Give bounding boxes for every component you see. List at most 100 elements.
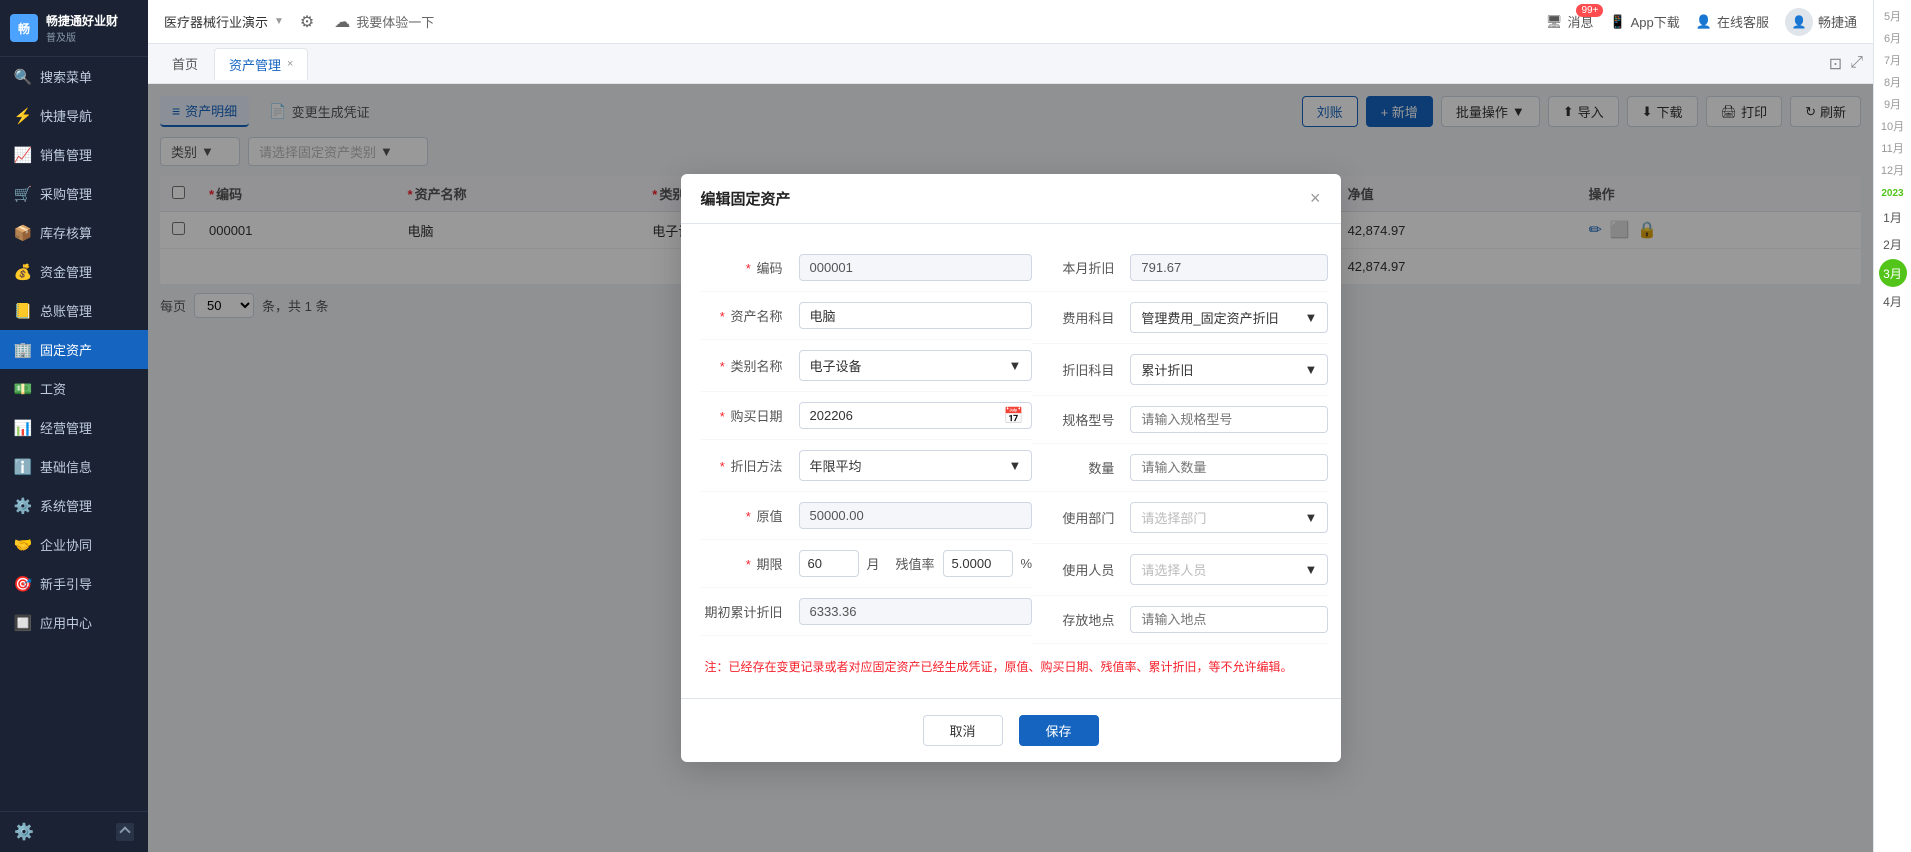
field-quantity-label: 数量 xyxy=(1032,458,1122,477)
field-depsub-label: 折旧科目 xyxy=(1032,360,1122,379)
mobile-icon: 📱 xyxy=(1609,14,1625,30)
field-spec-label: 规格型号 xyxy=(1032,410,1122,429)
modal-field-dep-subject: 折旧科目 累计折旧 ▼ xyxy=(1032,344,1328,396)
modal-close-btn[interactable]: × xyxy=(1310,188,1321,209)
sidebar-item-sales[interactable]: 📈 销售管理 xyxy=(0,135,148,174)
calendar-icon[interactable]: 📅 xyxy=(996,406,1032,426)
field-person-select[interactable]: 请选择人员 ▼ xyxy=(1130,554,1328,585)
cal-month-3[interactable]: 3月 xyxy=(1879,259,1907,287)
collab-icon: 🤝 xyxy=(14,536,32,554)
system-icon: ⚙️ xyxy=(14,497,32,515)
cal-month-4[interactable]: 4月 xyxy=(1878,289,1908,314)
sidebar-item-search[interactable]: 🔍 搜索菜单 xyxy=(0,57,148,96)
tabs-maximize-btn[interactable]: ⊡ xyxy=(1829,54,1842,74)
settings-footer-icon[interactable]: ⚙️ xyxy=(14,822,34,842)
field-dep-method-label: * 折旧方法 xyxy=(701,456,791,475)
user-avatar-btn[interactable]: 👤 畅捷通 xyxy=(1785,8,1857,36)
field-buydate-input[interactable] xyxy=(800,403,996,428)
topbar-settings-icon[interactable]: ⚙ xyxy=(300,12,314,32)
period-row: 月 残值率 % xyxy=(799,550,1033,577)
field-depsub-select[interactable]: 累计折旧 ▼ xyxy=(1130,354,1328,385)
username-label: 畅捷通 xyxy=(1818,12,1857,31)
app-logo-text: 畅捷通好业财 普及版 xyxy=(46,12,118,44)
save-btn[interactable]: 保存 xyxy=(1019,715,1099,746)
field-expsub-select[interactable]: 管理费用_固定资产折旧 ▼ xyxy=(1130,302,1328,333)
sidebar-item-ledger[interactable]: 📒 总账管理 xyxy=(0,291,148,330)
online-service-btn[interactable]: 👤 在线客服 xyxy=(1696,12,1769,31)
sidebar-item-appcenter[interactable]: 🔲 应用中心 xyxy=(0,603,148,642)
sidebar-item-label: 快捷导航 xyxy=(40,106,92,125)
service-icon: 👤 xyxy=(1696,14,1712,30)
salary-icon: 💵 xyxy=(14,380,32,398)
field-category-select[interactable]: 电子设备 ▼ xyxy=(799,350,1033,381)
field-code-input[interactable] xyxy=(799,254,1033,281)
sidebar-item-label: 工资 xyxy=(40,379,66,398)
tab-home[interactable]: 首页 xyxy=(158,48,212,79)
cloud-icon: ☁ xyxy=(334,12,350,32)
tabs-bar: 首页 资产管理 × ⊡ ⤢ xyxy=(148,44,1873,84)
field-dept-select[interactable]: 请选择部门 ▼ xyxy=(1130,502,1328,533)
sidebar-item-label: 经营管理 xyxy=(40,418,92,437)
sidebar-item-collab[interactable]: 🤝 企业协同 xyxy=(0,525,148,564)
company-name: 医疗器械行业演示 xyxy=(164,12,268,31)
modal-field-buydate: * 购买日期 📅 xyxy=(701,392,1033,440)
field-monthdep-input[interactable] xyxy=(1130,254,1328,281)
content-area: ≡ 资产明细 📄 变更生成凭证 刘账 + 新增 批量操作 ▼ ⬆ xyxy=(148,84,1873,852)
sidebar-item-fixedasset[interactable]: 🏢 固定资产 xyxy=(0,330,148,369)
sidebar-item-purchase[interactable]: 🛒 采购管理 xyxy=(0,174,148,213)
field-name-input[interactable] xyxy=(799,302,1033,329)
user-avatar: 👤 xyxy=(1785,8,1813,36)
tabs-right-actions: ⊡ ⤢ xyxy=(1829,54,1863,74)
field-location-label: 存放地点 xyxy=(1032,610,1122,629)
tab-asset-close[interactable]: × xyxy=(287,58,293,70)
depsub-arrow: ▼ xyxy=(1305,362,1318,377)
sidebar-item-quicknav[interactable]: ⚡ 快捷导航 xyxy=(0,96,148,135)
topbar-right: 🖥 消息 99+ 📱 App下载 👤 在线客服 👤 畅捷通 xyxy=(1546,8,1857,36)
modal-field-department: 使用部门 请选择部门 ▼ xyxy=(1032,492,1328,544)
sidebar-item-label: 搜索菜单 xyxy=(40,67,92,86)
period-input[interactable] xyxy=(799,550,859,577)
tabs-expand-btn[interactable]: ⤢ xyxy=(1850,54,1863,74)
field-spec-input[interactable] xyxy=(1130,406,1328,433)
expsub-arrow: ▼ xyxy=(1305,310,1318,325)
sidebar-item-basicinfo[interactable]: ℹ️ 基础信息 xyxy=(0,447,148,486)
app-download-btn[interactable]: 📱 App下载 xyxy=(1609,12,1679,31)
cal-month-2[interactable]: 2月 xyxy=(1878,232,1908,257)
scroll-up-arrow xyxy=(119,826,130,837)
sidebar-item-label: 采购管理 xyxy=(40,184,92,203)
messages-icon: 🖥 xyxy=(1546,14,1563,30)
modal-field-person: 使用人员 请选择人员 ▼ xyxy=(1032,544,1328,596)
modal-field-location: 存放地点 xyxy=(1032,596,1328,644)
field-dep-method-select[interactable]: 年限平均 ▼ xyxy=(799,450,1033,481)
modal-note: 注：已经存在变更记录或者对应固定资产已经生成凭证，原值、购买日期、残值率、累计折… xyxy=(701,658,1321,677)
sidebar-item-finance[interactable]: 💰 资金管理 xyxy=(0,252,148,291)
messages-btn[interactable]: 🖥 消息 99+ xyxy=(1546,12,1594,31)
field-category-label: * 类别名称 xyxy=(701,356,791,375)
person-arrow: ▼ xyxy=(1305,562,1318,577)
ledger-icon: 📒 xyxy=(14,302,32,320)
sidebar-item-label: 新手引导 xyxy=(40,574,92,593)
sidebar-item-operations[interactable]: 📊 经营管理 xyxy=(0,408,148,447)
field-location-input[interactable] xyxy=(1130,606,1328,633)
appcenter-icon: 🔲 xyxy=(14,614,32,632)
field-quantity-input[interactable] xyxy=(1130,454,1328,481)
dept-arrow: ▼ xyxy=(1305,510,1318,525)
sidebar-item-inventory[interactable]: 📦 库存核算 xyxy=(0,213,148,252)
right-sidebar-calendar: 5月 6月 7月 8月 9月 10月 11月 12月 2023 1月 2月 3月… xyxy=(1873,0,1911,852)
cancel-btn[interactable]: 取消 xyxy=(923,715,1003,746)
modal-field-initial-depreciation: 期初累计折旧 xyxy=(701,588,1033,636)
cal-month-1[interactable]: 1月 xyxy=(1878,205,1908,230)
field-origval-input[interactable] xyxy=(799,502,1033,529)
experience-btn[interactable]: ☁ 我要体验一下 xyxy=(334,12,434,32)
cal-year-2023[interactable]: 2023 xyxy=(1878,184,1908,203)
tab-asset-management[interactable]: 资产管理 × xyxy=(214,48,308,80)
sidebar-item-system[interactable]: ⚙️ 系统管理 xyxy=(0,486,148,525)
sidebar-item-salary[interactable]: 💵 工资 xyxy=(0,369,148,408)
residual-rate-input[interactable] xyxy=(943,550,1013,577)
sidebar-scroll-up[interactable] xyxy=(116,823,134,841)
modal-left-col: * 编码 * 资产名称 xyxy=(701,244,1033,644)
sidebar-item-guide[interactable]: 🎯 新手引导 xyxy=(0,564,148,603)
company-selector[interactable]: 医疗器械行业演示 ▼ xyxy=(164,12,284,31)
field-initdep-input[interactable] xyxy=(799,598,1033,625)
tab-asset-label: 资产管理 xyxy=(229,55,281,74)
